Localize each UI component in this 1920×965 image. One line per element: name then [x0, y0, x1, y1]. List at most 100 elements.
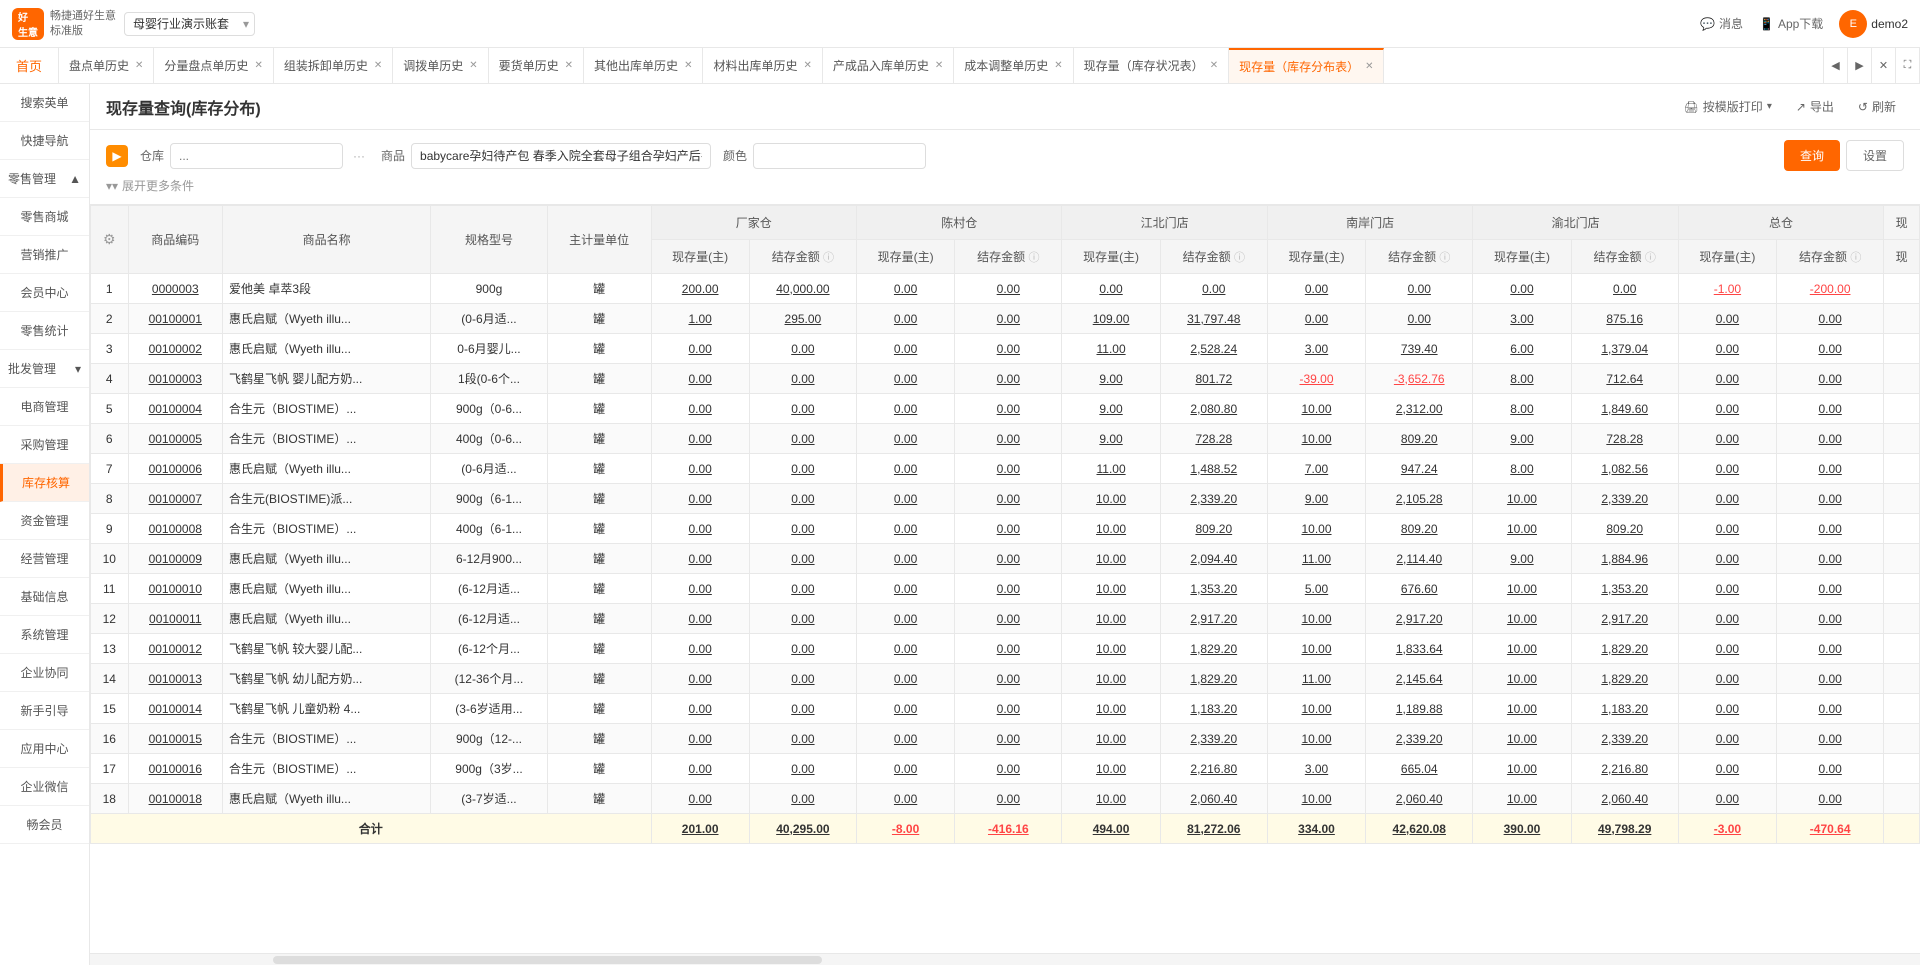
- cell-zc-s[interactable]: 0.00: [1678, 334, 1776, 364]
- company-selector-wrapper[interactable]: 母婴行业演示账套: [124, 12, 255, 36]
- footer-fj-a[interactable]: 40,295.00: [749, 814, 856, 844]
- cell-fj-s[interactable]: 0.00: [651, 694, 749, 724]
- tab-close-7[interactable]: ✕: [935, 60, 943, 71]
- cell-zc-a[interactable]: 0.00: [1777, 424, 1884, 454]
- cell-na-s[interactable]: 10.00: [1267, 424, 1365, 454]
- cell-yb-s[interactable]: 10.00: [1473, 574, 1571, 604]
- cell-zc-a[interactable]: 0.00: [1777, 724, 1884, 754]
- cell-na-a[interactable]: 676.60: [1366, 574, 1473, 604]
- cell-na-a[interactable]: 2,339.20: [1366, 724, 1473, 754]
- cell-jb-s[interactable]: 10.00: [1062, 754, 1160, 784]
- cell-jb-a[interactable]: 2,216.80: [1160, 754, 1267, 784]
- cell-yb-s[interactable]: 10.00: [1473, 694, 1571, 724]
- cell-code[interactable]: 00100008: [128, 514, 223, 544]
- sidebar-item-marketing[interactable]: 营销推广: [0, 236, 89, 274]
- company-selector[interactable]: 母婴行业演示账套: [124, 12, 255, 36]
- cell-yb-a[interactable]: 0.00: [1571, 274, 1678, 304]
- cell-zc-s[interactable]: 0.00: [1678, 424, 1776, 454]
- print-btn[interactable]: 🖨 按模版打印 ▾: [1676, 94, 1780, 119]
- cell-jb-a[interactable]: 0.00: [1160, 274, 1267, 304]
- cell-cc-s[interactable]: 0.00: [857, 424, 955, 454]
- tab-prev-btn[interactable]: ◀: [1824, 48, 1848, 84]
- cell-na-s[interactable]: 11.00: [1267, 664, 1365, 694]
- sidebar-item-wholesale[interactable]: 批发管理 ▾: [0, 350, 89, 388]
- settings-icon[interactable]: ⚙: [103, 231, 116, 247]
- cell-na-a[interactable]: 2,917.20: [1366, 604, 1473, 634]
- cell-na-a[interactable]: 2,060.40: [1366, 784, 1473, 814]
- cell-cc-a[interactable]: 0.00: [955, 634, 1062, 664]
- tab-close-0[interactable]: ✕: [135, 60, 143, 71]
- cell-yb-a[interactable]: 1,082.56: [1571, 454, 1678, 484]
- cell-cc-s[interactable]: 0.00: [857, 454, 955, 484]
- cell-fj-s[interactable]: 0.00: [651, 334, 749, 364]
- sidebar-item-business[interactable]: 经营管理: [0, 540, 89, 578]
- cell-na-a[interactable]: 0.00: [1366, 274, 1473, 304]
- sidebar-item-system[interactable]: 系统管理: [0, 616, 89, 654]
- cell-cc-s[interactable]: 0.00: [857, 544, 955, 574]
- cell-yb-s[interactable]: 10.00: [1473, 784, 1571, 814]
- cell-zc-s[interactable]: 0.00: [1678, 394, 1776, 424]
- cell-yb-s[interactable]: 0.00: [1473, 274, 1571, 304]
- cell-fj-s[interactable]: 0.00: [651, 454, 749, 484]
- cell-na-s[interactable]: 3.00: [1267, 334, 1365, 364]
- cell-na-s[interactable]: 10.00: [1267, 724, 1365, 754]
- cell-na-a[interactable]: 809.20: [1366, 424, 1473, 454]
- cell-fj-s[interactable]: 0.00: [651, 634, 749, 664]
- cell-code[interactable]: 00100005: [128, 424, 223, 454]
- cell-zc-a[interactable]: 0.00: [1777, 304, 1884, 334]
- cell-fj-a[interactable]: 0.00: [749, 604, 856, 634]
- cell-na-a[interactable]: 0.00: [1366, 304, 1473, 334]
- cell-code[interactable]: 00100002: [128, 334, 223, 364]
- tab-close-2[interactable]: ✕: [374, 60, 382, 71]
- tab-close-10[interactable]: ✕: [1365, 61, 1373, 72]
- cell-yb-s[interactable]: 10.00: [1473, 634, 1571, 664]
- cell-fj-a[interactable]: 0.00: [749, 574, 856, 604]
- cell-cc-s[interactable]: 0.00: [857, 364, 955, 394]
- cell-fj-a[interactable]: 0.00: [749, 724, 856, 754]
- info-icon-fj[interactable]: ⓘ: [823, 252, 834, 264]
- cell-zc-s[interactable]: 0.00: [1678, 514, 1776, 544]
- cell-jb-a[interactable]: 2,339.20: [1160, 724, 1267, 754]
- cell-na-a[interactable]: 665.04: [1366, 754, 1473, 784]
- cell-yb-s[interactable]: 10.00: [1473, 754, 1571, 784]
- cell-fj-s[interactable]: 1.00: [651, 304, 749, 334]
- cell-cc-a[interactable]: 0.00: [955, 364, 1062, 394]
- cell-jb-a[interactable]: 1,183.20: [1160, 694, 1267, 724]
- cell-na-a[interactable]: 1,833.64: [1366, 634, 1473, 664]
- cell-jb-a[interactable]: 2,339.20: [1160, 484, 1267, 514]
- sidebar-item-ecommerce[interactable]: 电商管理: [0, 388, 89, 426]
- cell-jb-a[interactable]: 31,797.48: [1160, 304, 1267, 334]
- cell-yb-a[interactable]: 2,339.20: [1571, 484, 1678, 514]
- tab-item-6[interactable]: 材料出库单历史 ✕: [703, 48, 822, 84]
- sidebar-item-inventory[interactable]: 库存核算: [0, 464, 89, 502]
- info-icon-jb[interactable]: ⓘ: [1234, 252, 1245, 264]
- tab-close-all-btn[interactable]: ✕: [1872, 48, 1896, 84]
- sidebar-item-retail-stats[interactable]: 零售统计: [0, 312, 89, 350]
- cell-yb-a[interactable]: 1,829.20: [1571, 634, 1678, 664]
- sidebar-item-mall[interactable]: 零售商城: [0, 198, 89, 236]
- cell-jb-s[interactable]: 10.00: [1062, 604, 1160, 634]
- cell-jb-s[interactable]: 10.00: [1062, 514, 1160, 544]
- export-btn[interactable]: ↗ 导出: [1788, 94, 1842, 119]
- cell-yb-a[interactable]: 2,060.40: [1571, 784, 1678, 814]
- cell-jb-a[interactable]: 1,829.20: [1160, 664, 1267, 694]
- cell-jb-s[interactable]: 10.00: [1062, 694, 1160, 724]
- table-area[interactable]: ⚙ 商品编码 商品名称 规格型号 主计量单位 厂家仓 陈村仓 江北门店 南岸门店…: [90, 205, 1920, 953]
- cell-na-s[interactable]: 0.00: [1267, 274, 1365, 304]
- cell-na-s[interactable]: 11.00: [1267, 544, 1365, 574]
- cell-yb-s[interactable]: 10.00: [1473, 664, 1571, 694]
- cell-zc-s[interactable]: 0.00: [1678, 604, 1776, 634]
- cell-zc-s[interactable]: 0.00: [1678, 784, 1776, 814]
- footer-zc-s[interactable]: -3.00: [1678, 814, 1776, 844]
- cell-yb-a[interactable]: 1,183.20: [1571, 694, 1678, 724]
- cell-zc-s[interactable]: 0.00: [1678, 694, 1776, 724]
- cell-code[interactable]: 00100015: [128, 724, 223, 754]
- cell-yb-a[interactable]: 2,339.20: [1571, 724, 1678, 754]
- cell-fj-s[interactable]: 0.00: [651, 754, 749, 784]
- sidebar-item-basic-info[interactable]: 基础信息: [0, 578, 89, 616]
- horizontal-scrollbar[interactable]: [90, 953, 1920, 965]
- cell-yb-a[interactable]: 1,849.60: [1571, 394, 1678, 424]
- cell-na-s[interactable]: 3.00: [1267, 754, 1365, 784]
- cell-cc-a[interactable]: 0.00: [955, 694, 1062, 724]
- color-input[interactable]: [753, 143, 926, 169]
